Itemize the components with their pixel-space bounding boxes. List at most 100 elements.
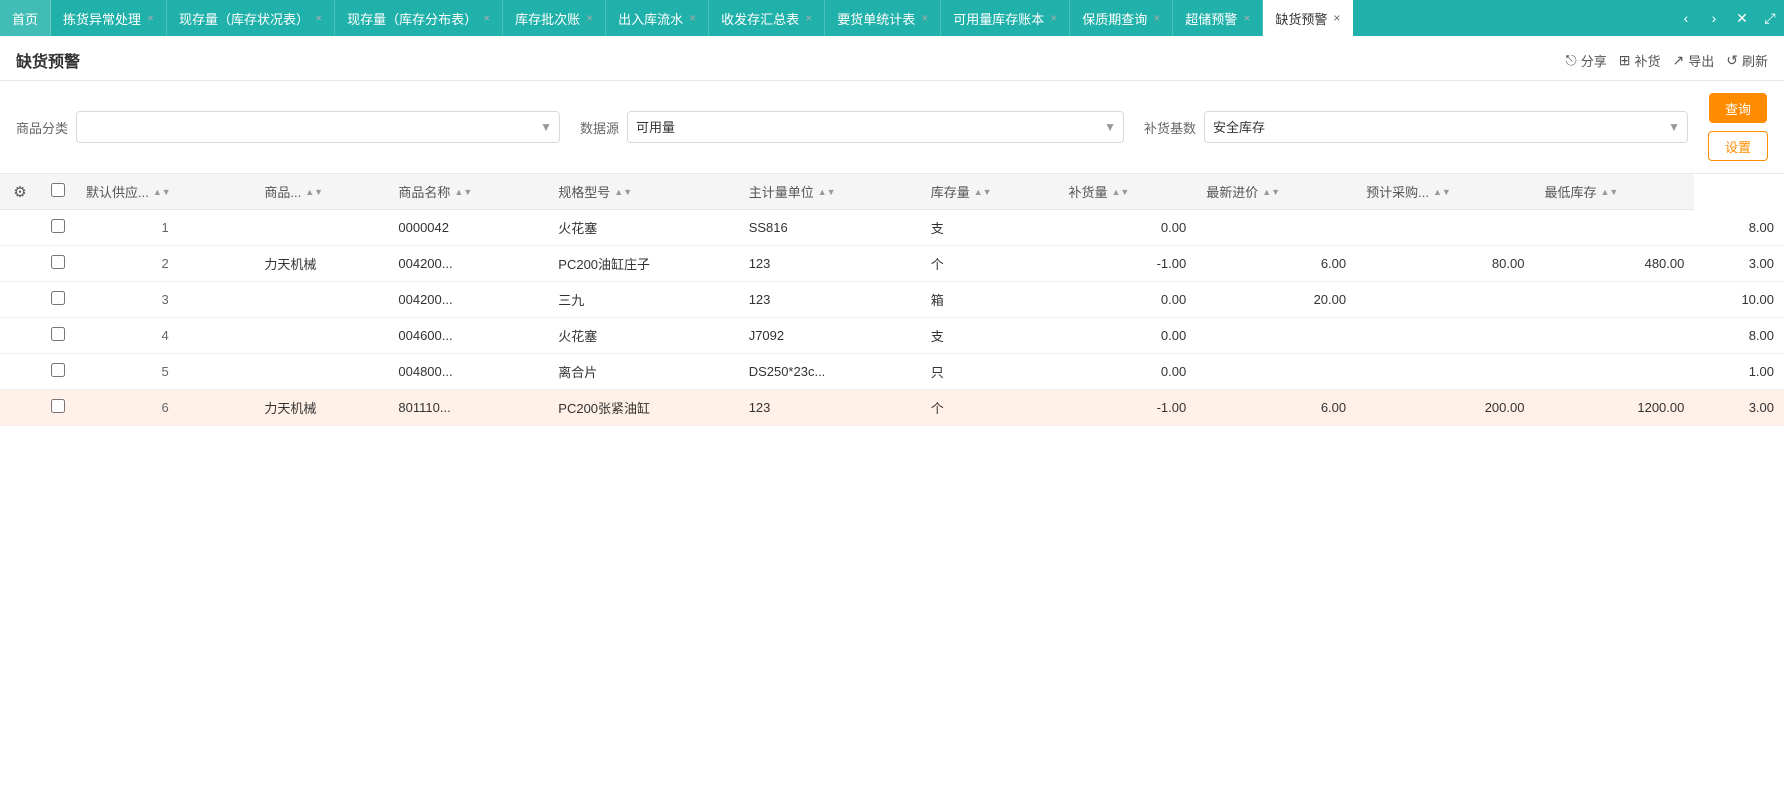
tab-stock-status[interactable]: 现存量（库存状况表） × (167, 0, 335, 36)
gear-settings-icon[interactable]: ⚙ (13, 184, 26, 201)
tab-close-order[interactable]: × (921, 11, 928, 25)
row-product-name-cell: PC200张紧油缸 (548, 390, 738, 426)
col-header-product-code: 商品... ▲▼ (254, 174, 388, 210)
datasource-filter-group: 数据源 可用量 ▼ (580, 111, 1124, 143)
row-latest-price-cell (1356, 210, 1534, 246)
row-replenish-cell: 6.00 (1196, 246, 1356, 282)
share-button[interactable]: ⎋ 分享 (1566, 51, 1607, 70)
refresh-button[interactable]: ↺ 刷新 (1726, 51, 1768, 70)
row-replenish-cell (1196, 354, 1356, 390)
row-latest-price-cell: 200.00 (1356, 390, 1534, 426)
row-est-purchase-cell: 480.00 (1534, 246, 1694, 282)
tab-order-stat[interactable]: 要货单统计表 × (825, 0, 941, 36)
tab-close-inout[interactable]: × (689, 11, 696, 25)
header-actions: ⎋ 分享 ⊞ 补货 ↗ 导出 ↺ 刷新 (1566, 51, 1768, 70)
row-checkbox-2[interactable] (51, 291, 65, 305)
tab-close-avail[interactable]: × (1050, 11, 1057, 25)
replenish-button[interactable]: ⊞ 补货 (1619, 51, 1661, 70)
table-row: 1 0000042 火花塞 SS816 支 0.00 8.00 (0, 210, 1784, 246)
row-min-stock-cell: 8.00 (1694, 318, 1784, 354)
table-container: ⚙ 默认供应... ▲▼ 商品... ▲▼ (0, 174, 1784, 426)
tab-close-receive[interactable]: × (805, 11, 812, 25)
col-header-product-name: 商品名称 ▲▼ (388, 174, 548, 210)
row-product-code-cell: 004200... (388, 282, 548, 318)
col-header-unit: 主计量单位 ▲▼ (739, 174, 921, 210)
row-replenish-cell (1196, 318, 1356, 354)
tab-batch-account[interactable]: 库存批次账 × (503, 0, 606, 36)
sort-price-icon: ▲▼ (1262, 187, 1280, 197)
row-checkbox-3[interactable] (51, 327, 65, 341)
row-product-name-cell: 火花塞 (548, 210, 738, 246)
query-button[interactable]: 查询 (1709, 93, 1767, 123)
sort-est-purchase-icon: ▲▼ (1433, 187, 1451, 197)
sort-unit-icon: ▲▼ (818, 187, 836, 197)
main-area: 缺货预警 ⎋ 分享 ⊞ 补货 ↗ 导出 ↺ 刷新 商品分类 (0, 36, 1784, 796)
tab-available-ledger[interactable]: 可用量库存账本 × (941, 0, 1070, 36)
tab-window-close-btn[interactable]: ✕ (1728, 0, 1756, 36)
category-select[interactable] (76, 111, 560, 143)
tab-picking-exception[interactable]: 拣货异常处理 × (51, 0, 167, 36)
row-est-purchase-cell (1534, 282, 1694, 318)
row-checkbox-0[interactable] (51, 219, 65, 233)
tab-close-expiry[interactable]: × (1153, 11, 1160, 25)
tab-receive-send[interactable]: 收发存汇总表 × (709, 0, 825, 36)
row-num-cell: 4 (76, 318, 254, 354)
row-est-purchase-cell (1534, 318, 1694, 354)
tab-expiry-query[interactable]: 保质期查询 × (1070, 0, 1173, 36)
tab-scroll-left-btn[interactable]: ‹ (1672, 0, 1700, 36)
export-icon: ↗ (1673, 52, 1685, 69)
row-check-cell (40, 354, 76, 390)
filter-actions: 查询 设置 (1708, 93, 1768, 161)
col-header-supplier: 默认供应... ▲▼ (76, 174, 254, 210)
row-num-cell: 5 (76, 354, 254, 390)
select-all-checkbox[interactable] (51, 183, 65, 197)
row-latest-price-cell (1356, 318, 1534, 354)
col-header-check (40, 174, 76, 210)
row-supplier-cell (254, 318, 388, 354)
col-header-latest-price: 最新进价 ▲▼ (1196, 174, 1356, 210)
row-check-cell (40, 210, 76, 246)
row-min-stock-cell: 10.00 (1694, 282, 1784, 318)
tab-shortage-warning[interactable]: 缺货预警 × (1263, 0, 1353, 36)
row-unit-cell: 只 (921, 354, 1059, 390)
export-button[interactable]: ↗ 导出 (1673, 51, 1715, 70)
sort-min-stock-icon: ▲▼ (1600, 187, 1618, 197)
share-icon: ⎋ (1566, 52, 1577, 69)
datasource-select-wrapper: 可用量 ▼ (627, 111, 1124, 143)
tab-close-shortage[interactable]: × (1333, 11, 1340, 25)
tab-stock-distribution[interactable]: 现存量（库存分布表） × (335, 0, 503, 36)
tab-close-stock-status[interactable]: × (315, 11, 322, 25)
row-checkbox-4[interactable] (51, 363, 65, 377)
datasource-select[interactable]: 可用量 (627, 111, 1124, 143)
row-supplier-cell: 力天机械 (254, 246, 388, 282)
row-min-stock-cell: 3.00 (1694, 246, 1784, 282)
col-header-min-stock: 最低库存 ▲▼ (1534, 174, 1694, 210)
replenish-base-select[interactable]: 安全库存 (1204, 111, 1688, 143)
row-stock-cell: 0.00 (1058, 354, 1196, 390)
row-est-purchase-cell (1534, 354, 1694, 390)
tab-overstock-warning[interactable]: 超储预警 × (1173, 0, 1263, 36)
tab-scroll-right-btn[interactable]: › (1700, 0, 1728, 36)
replenish-icon: ⊞ (1619, 52, 1631, 69)
datasource-label: 数据源 (580, 118, 619, 137)
row-settings-cell (0, 354, 40, 390)
tab-window-maximize-btn[interactable]: ⤢ (1756, 0, 1784, 36)
row-supplier-cell (254, 354, 388, 390)
tab-close-overstock[interactable]: × (1243, 11, 1250, 25)
row-checkbox-1[interactable] (51, 255, 65, 269)
replenish-base-filter-group: 补货基数 安全库存 ▼ (1144, 111, 1688, 143)
row-settings-cell (0, 282, 40, 318)
tab-close-batch[interactable]: × (586, 11, 593, 25)
row-latest-price-cell (1356, 354, 1534, 390)
sort-product-name-icon: ▲▼ (454, 187, 472, 197)
tab-close-stock-dist[interactable]: × (483, 11, 490, 25)
settings-button[interactable]: 设置 (1708, 131, 1768, 161)
tab-inout-flow[interactable]: 出入库流水 × (606, 0, 709, 36)
row-unit-cell: 支 (921, 210, 1059, 246)
row-checkbox-5[interactable] (51, 399, 65, 413)
category-select-wrapper: ▼ (76, 111, 560, 143)
row-product-name-cell: 离合片 (548, 354, 738, 390)
tab-close-picking[interactable]: × (147, 11, 154, 25)
tab-home[interactable]: 首页 (0, 0, 51, 36)
col-header-replenish: 补货量 ▲▼ (1058, 174, 1196, 210)
